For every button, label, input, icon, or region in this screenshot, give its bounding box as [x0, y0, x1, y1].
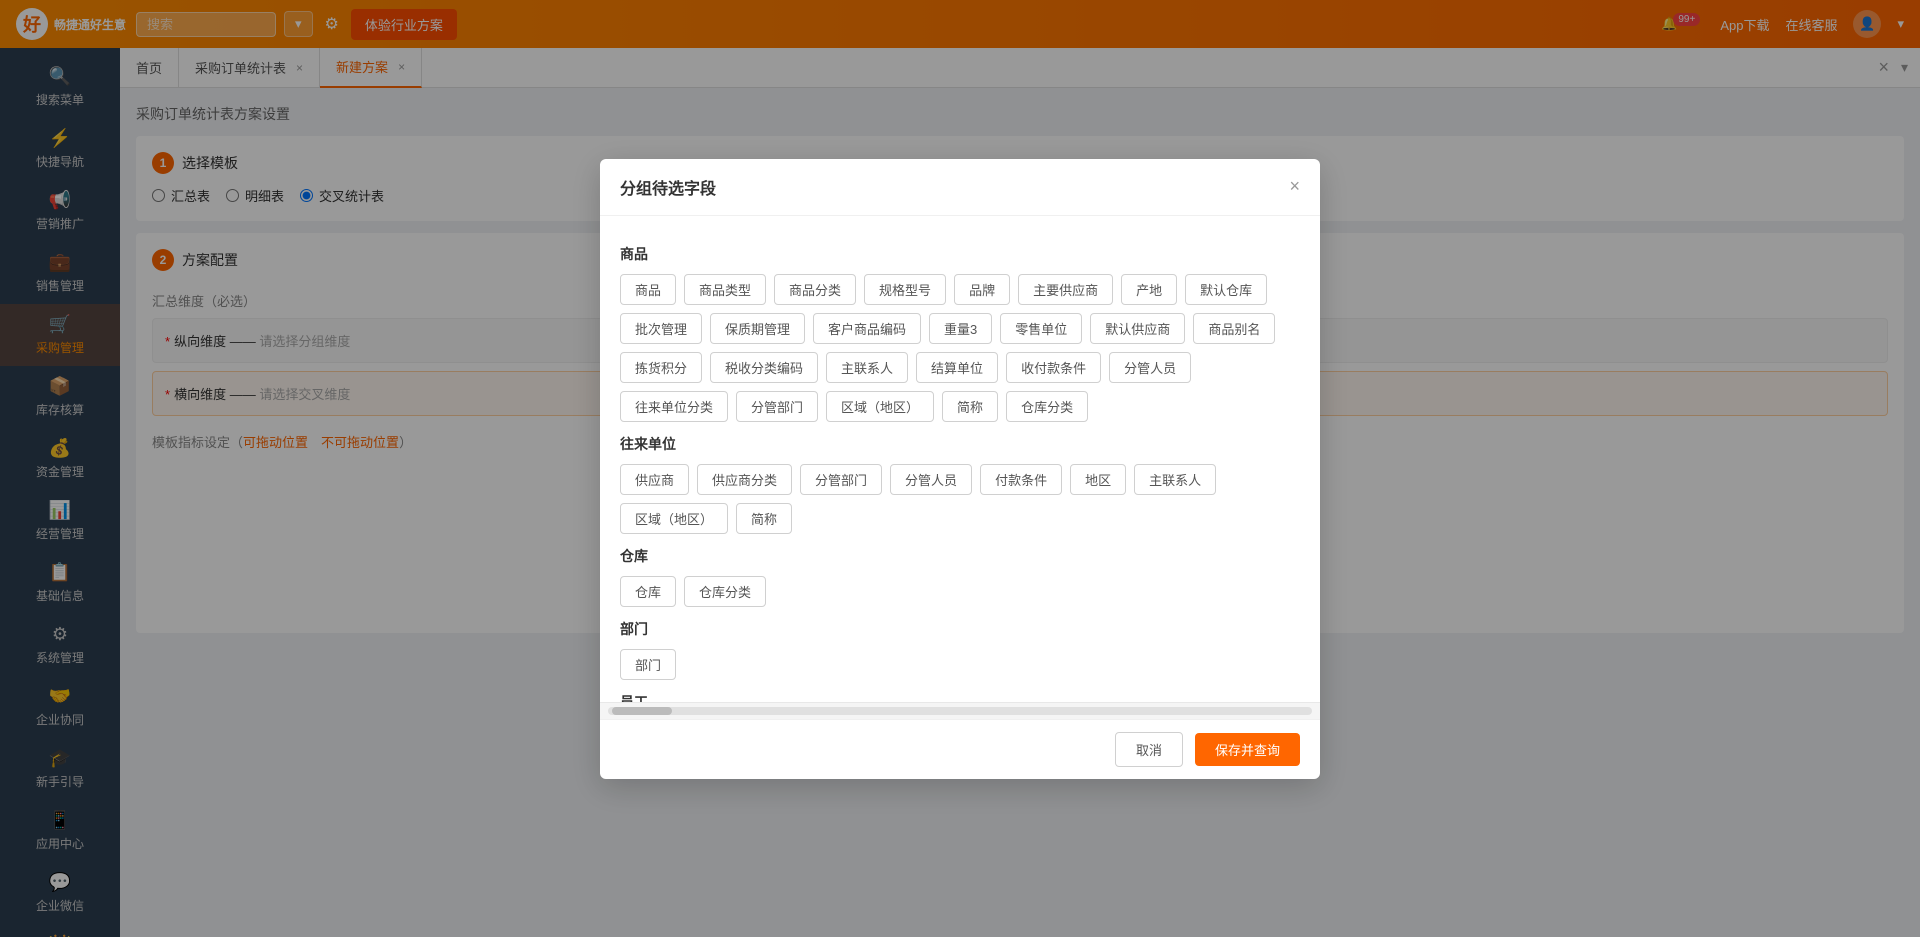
field-tag[interactable]: 税收分类编码	[710, 352, 818, 383]
modal-body: 商品 商品 商品类型 商品分类 规格型号 品牌 主要供应商 产地 默认仓库 批次…	[600, 216, 1320, 702]
section-title-contact: 往来单位	[620, 434, 1300, 454]
field-tag[interactable]: 地区	[1070, 464, 1126, 495]
field-tag[interactable]: 供应商分类	[697, 464, 792, 495]
field-tag[interactable]: 付款条件	[980, 464, 1062, 495]
save-query-button[interactable]: 保存并查询	[1195, 733, 1300, 766]
field-tag[interactable]: 供应商	[620, 464, 689, 495]
field-tag[interactable]: 收付款条件	[1006, 352, 1101, 383]
field-tag[interactable]: 简称	[736, 503, 792, 534]
field-tag[interactable]: 主联系人	[826, 352, 908, 383]
field-tag[interactable]: 仓库分类	[1006, 391, 1088, 422]
field-tag[interactable]: 重量3	[929, 313, 992, 344]
field-tag[interactable]: 简称	[942, 391, 998, 422]
modal-overlay: 分组待选字段 × 商品 商品 商品类型 商品分类 规格型号 品牌 主要供应商 产…	[0, 0, 1920, 937]
modal-header: 分组待选字段 ×	[600, 159, 1320, 216]
field-grid-goods: 商品 商品类型 商品分类 规格型号 品牌 主要供应商 产地 默认仓库 批次管理 …	[620, 274, 1300, 422]
field-tag[interactable]: 默认仓库	[1185, 274, 1267, 305]
field-tag[interactable]: 区域（地区）	[826, 391, 934, 422]
section-title-goods: 商品	[620, 244, 1300, 264]
field-tag[interactable]: 分管部门	[800, 464, 882, 495]
field-tag[interactable]: 区域（地区）	[620, 503, 728, 534]
section-title-employee: 员工	[620, 692, 1300, 702]
section-title-warehouse: 仓库	[620, 546, 1300, 566]
field-tag[interactable]: 分管人员	[890, 464, 972, 495]
field-tag[interactable]: 规格型号	[864, 274, 946, 305]
field-tag[interactable]: 分管人员	[1109, 352, 1191, 383]
field-tag[interactable]: 批次管理	[620, 313, 702, 344]
field-tag[interactable]: 默认供应商	[1090, 313, 1185, 344]
field-tag[interactable]: 保质期管理	[710, 313, 805, 344]
field-tag[interactable]: 分管部门	[736, 391, 818, 422]
section-title-department: 部门	[620, 619, 1300, 639]
field-grid-contact: 供应商 供应商分类 分管部门 分管人员 付款条件 地区 主联系人 区域（地区） …	[620, 464, 1300, 534]
field-tag[interactable]: 结算单位	[916, 352, 998, 383]
modal-close-button[interactable]: ×	[1289, 176, 1300, 197]
field-tag[interactable]: 客户商品编码	[813, 313, 921, 344]
field-tag[interactable]: 商品类型	[684, 274, 766, 305]
field-tag[interactable]: 主联系人	[1134, 464, 1216, 495]
field-tag[interactable]: 仓库	[620, 576, 676, 607]
field-tag[interactable]: 产地	[1121, 274, 1177, 305]
field-tag[interactable]: 拣货积分	[620, 352, 702, 383]
cancel-button[interactable]: 取消	[1115, 732, 1183, 767]
modal-dialog: 分组待选字段 × 商品 商品 商品类型 商品分类 规格型号 品牌 主要供应商 产…	[600, 159, 1320, 779]
field-grid-warehouse: 仓库 仓库分类	[620, 576, 1300, 607]
field-grid-department: 部门	[620, 649, 1300, 680]
field-tag[interactable]: 零售单位	[1000, 313, 1082, 344]
hscrollbar-thumb[interactable]	[612, 707, 672, 715]
field-tag[interactable]: 仓库分类	[684, 576, 766, 607]
field-tag[interactable]: 品牌	[954, 274, 1010, 305]
field-tag[interactable]: 主要供应商	[1018, 274, 1113, 305]
modal-footer: 取消 保存并查询	[600, 719, 1320, 779]
modal-hscrollbar	[600, 702, 1320, 719]
modal-title: 分组待选字段	[620, 175, 716, 199]
field-tag[interactable]: 商品分类	[774, 274, 856, 305]
field-tag[interactable]: 往来单位分类	[620, 391, 728, 422]
field-tag[interactable]: 商品别名	[1193, 313, 1275, 344]
field-tag[interactable]: 商品	[620, 274, 676, 305]
field-tag[interactable]: 部门	[620, 649, 676, 680]
